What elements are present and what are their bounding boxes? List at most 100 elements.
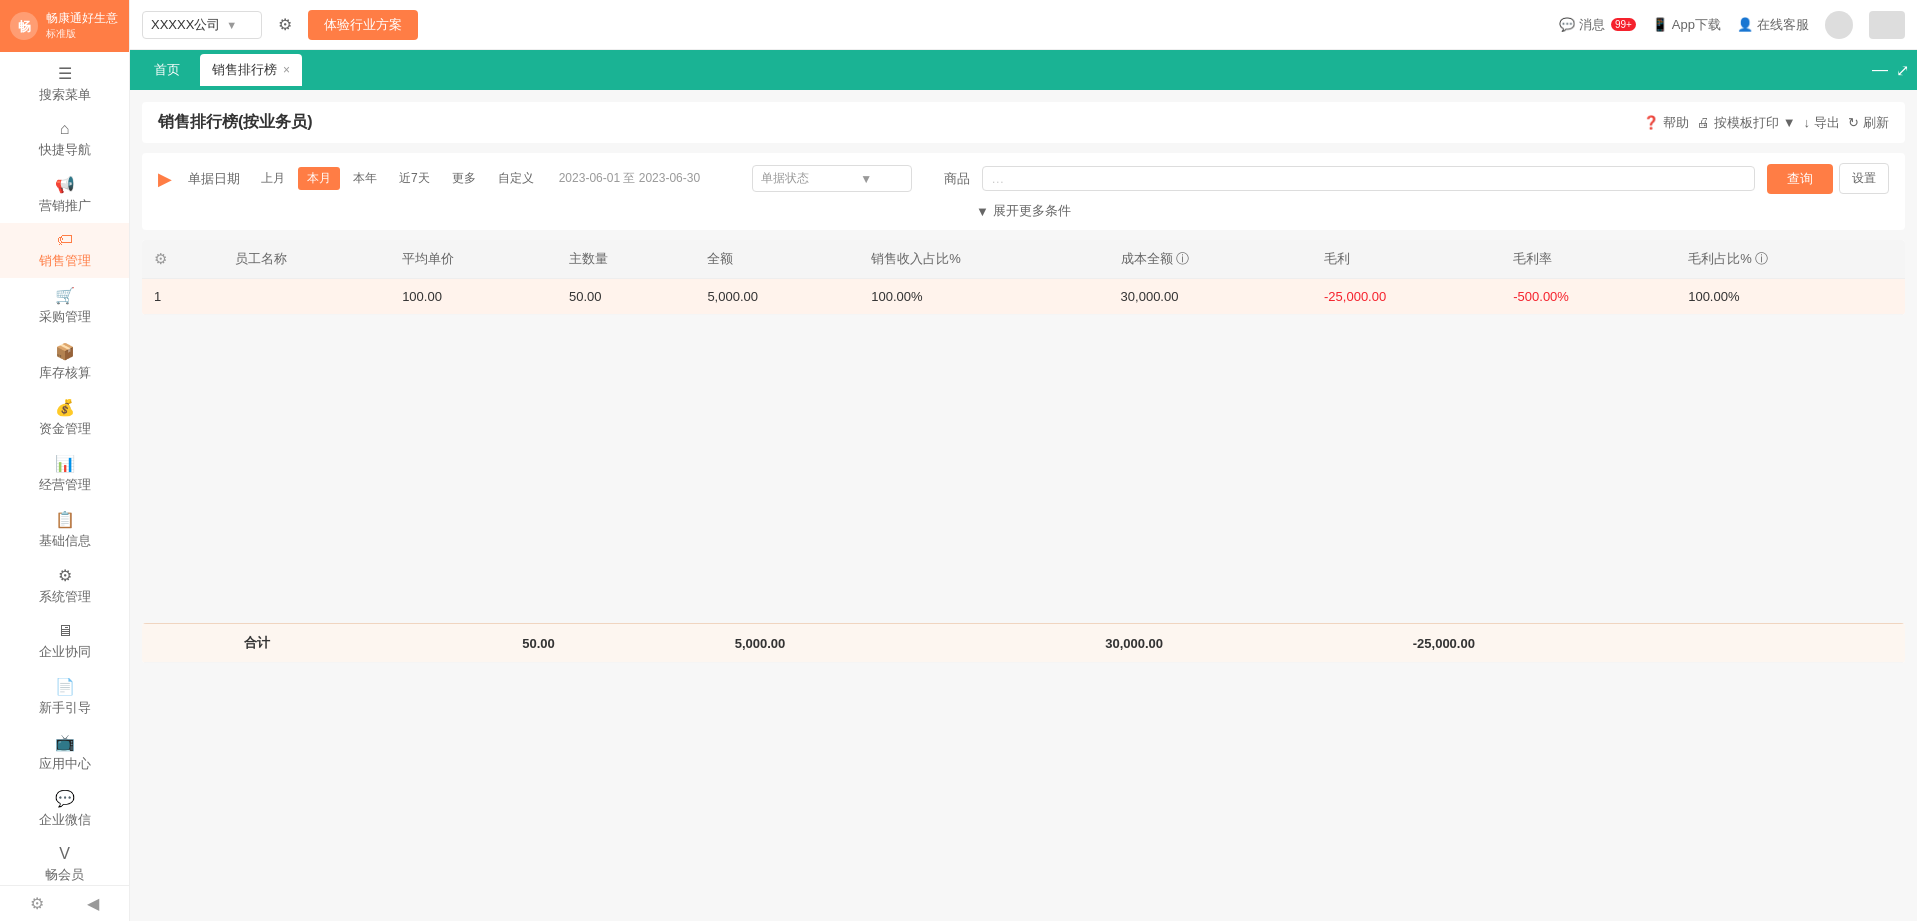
cell-avg-price: 100.00 bbox=[390, 279, 557, 315]
col-name: 员工名称 bbox=[223, 240, 390, 279]
date-filter-label: 单据日期 bbox=[188, 170, 240, 188]
cell-sales-pct: 100.00% bbox=[859, 279, 1108, 315]
sidebar-item-inventory[interactable]: 📦 库存核算 bbox=[0, 334, 129, 390]
date-range-display: 2023-06-01 至 2023-06-30 bbox=[559, 170, 700, 187]
app-download-button[interactable]: 📱 App下载 bbox=[1652, 16, 1721, 34]
tab-close-icon[interactable]: × bbox=[283, 63, 290, 77]
service-icon: 👤 bbox=[1737, 17, 1753, 32]
tab-maximize-icon[interactable]: ⤢ bbox=[1896, 61, 1909, 80]
help-icon: ❓ bbox=[1643, 115, 1659, 130]
print-button[interactable]: 🖨 按模板打印 ▼ bbox=[1697, 114, 1796, 132]
table-row: 1 100.00 50.00 5,000.00 100.00% 30,000.0… bbox=[142, 279, 1905, 315]
cell-rank: 1 bbox=[142, 279, 223, 315]
col-main-qty: 主数量 bbox=[557, 240, 695, 279]
sidebar-item-system[interactable]: ⚙ 系统管理 bbox=[0, 558, 129, 614]
filter-toggle-icon[interactable]: ▶ bbox=[158, 168, 172, 190]
cell-cost: 30,000.00 bbox=[1109, 279, 1312, 315]
search-menu-icon: ☰ bbox=[58, 64, 72, 83]
cell-profit: -25,000.00 bbox=[1312, 279, 1501, 315]
sidebar-item-operations[interactable]: 📊 经营管理 bbox=[0, 446, 129, 502]
inventory-icon: 📦 bbox=[55, 342, 75, 361]
dropdown-arrow-icon: ▼ bbox=[226, 19, 237, 31]
message-button[interactable]: 💬 消息 99+ bbox=[1559, 16, 1636, 34]
date-btn-this-year[interactable]: 本年 bbox=[344, 167, 386, 190]
page-title: 销售排行榜(按业务员) bbox=[158, 112, 313, 133]
date-buttons: 上月 本月 本年 近7天 更多 自定义 bbox=[252, 167, 543, 190]
sidebar-item-guide[interactable]: 📄 新手引导 bbox=[0, 669, 129, 725]
col-profit-pct: 毛利占比% ⓘ bbox=[1676, 240, 1905, 279]
content-area: 销售排行榜(按业务员) ❓ 帮助 🖨 按模板打印 ▼ ↓ 导出 ↻ 刷新 bbox=[130, 90, 1917, 921]
footer-avg-price bbox=[420, 624, 510, 663]
try-industry-button[interactable]: 体验行业方案 bbox=[308, 10, 418, 40]
query-button[interactable]: 查询 bbox=[1767, 164, 1833, 194]
footer-label: 合计 bbox=[232, 624, 420, 663]
footer-profit-rate bbox=[1725, 624, 1815, 663]
avatar[interactable] bbox=[1825, 11, 1853, 39]
member-icon: V bbox=[59, 845, 70, 863]
message-icon: 💬 bbox=[1559, 17, 1575, 32]
sidebar-item-quicknav[interactable]: ⌂ 快捷导航 bbox=[0, 112, 129, 167]
cell-main-qty: 50.00 bbox=[557, 279, 695, 315]
export-button[interactable]: ↓ 导出 bbox=[1804, 114, 1841, 132]
sidebar-item-basic-info[interactable]: 📋 基础信息 bbox=[0, 502, 129, 558]
footer-main-qty: 50.00 bbox=[510, 624, 722, 663]
sidebar-item-member[interactable]: V 畅会员 bbox=[0, 837, 129, 885]
goods-filter-label: 商品 bbox=[944, 170, 970, 188]
footer-table: 合计 50.00 5,000.00 30,000.00 -25,000.00 bbox=[142, 623, 1905, 663]
company-selector[interactable]: XXXXX公司 ▼ bbox=[142, 11, 262, 39]
sidebar-item-enterprise[interactable]: 🖥 企业协同 bbox=[0, 614, 129, 669]
sidebar-item-finance[interactable]: 💰 资金管理 bbox=[0, 390, 129, 446]
sidebar-item-sales[interactable]: 🏷 销售管理 bbox=[0, 223, 129, 278]
date-btn-7days[interactable]: 近7天 bbox=[390, 167, 439, 190]
tab-minimize-icon[interactable]: — bbox=[1872, 61, 1888, 80]
header-actions: ❓ 帮助 🖨 按模板打印 ▼ ↓ 导出 ↻ 刷新 bbox=[1643, 114, 1889, 132]
date-btn-this-month[interactable]: 本月 bbox=[298, 167, 340, 190]
filter-settings-button[interactable]: 设置 bbox=[1839, 163, 1889, 194]
sidebar-item-app-center[interactable]: 📺 应用中心 bbox=[0, 725, 129, 781]
topbar-gear-button[interactable]: ⚙ bbox=[270, 10, 300, 40]
user-menu[interactable] bbox=[1869, 11, 1905, 39]
refresh-button[interactable]: ↻ 刷新 bbox=[1848, 114, 1889, 132]
col-amount: 全额 bbox=[695, 240, 859, 279]
system-icon: ⚙ bbox=[58, 566, 72, 585]
filter-actions: 查询 设置 bbox=[1767, 163, 1889, 194]
sidebar-item-search[interactable]: ☰ 搜索菜单 bbox=[0, 56, 129, 112]
sidebar-item-marketing[interactable]: 📢 营销推广 bbox=[0, 167, 129, 223]
cell-profit-rate: -500.00% bbox=[1501, 279, 1676, 315]
topbar: XXXXX公司 ▼ ⚙ 体验行业方案 💬 消息 99+ 📱 App下载 👤 在线… bbox=[130, 0, 1917, 50]
col-sales-pct: 销售收入占比% bbox=[859, 240, 1108, 279]
date-btn-more[interactable]: 更多 bbox=[443, 167, 485, 190]
date-btn-last-month[interactable]: 上月 bbox=[252, 167, 294, 190]
col-settings[interactable]: ⚙ bbox=[142, 240, 223, 279]
expand-more-button[interactable]: ▼ 展开更多条件 bbox=[158, 202, 1889, 220]
message-badge: 99+ bbox=[1611, 18, 1636, 31]
tab-bar-right: — ⤢ bbox=[1872, 61, 1909, 80]
status-filter[interactable]: 单据状态 ▼ bbox=[752, 165, 912, 192]
footer-settings-cell bbox=[142, 624, 232, 663]
home-icon: ⌂ bbox=[60, 120, 70, 138]
sales-icon: 🏷 bbox=[57, 231, 73, 249]
tab-sales-ranking[interactable]: 销售排行榜 × bbox=[200, 54, 302, 86]
sidebar-item-wechat[interactable]: 💬 企业微信 bbox=[0, 781, 129, 837]
operations-icon: 📊 bbox=[55, 454, 75, 473]
online-service-button[interactable]: 👤 在线客服 bbox=[1737, 16, 1809, 34]
settings-button[interactable]: ⚙ bbox=[30, 894, 44, 913]
footer-profit: -25,000.00 bbox=[1401, 624, 1725, 663]
basic-info-icon: 📋 bbox=[55, 510, 75, 529]
expand-icon: ▼ bbox=[976, 204, 989, 219]
main-area: XXXXX公司 ▼ ⚙ 体验行业方案 💬 消息 99+ 📱 App下载 👤 在线… bbox=[130, 0, 1917, 921]
tab-home[interactable]: 首页 bbox=[138, 50, 196, 90]
app-center-icon: 📺 bbox=[55, 733, 75, 752]
date-btn-custom[interactable]: 自定义 bbox=[489, 167, 543, 190]
refresh-icon: ↻ bbox=[1848, 115, 1859, 130]
col-cost: 成本全额 ⓘ bbox=[1109, 240, 1312, 279]
goods-input[interactable]: … bbox=[982, 166, 1755, 191]
help-button[interactable]: ❓ 帮助 bbox=[1643, 114, 1689, 132]
sidebar-item-purchase[interactable]: 🛒 采购管理 bbox=[0, 278, 129, 334]
status-dropdown-icon: ▼ bbox=[860, 172, 903, 186]
table-footer-container: 合计 50.00 5,000.00 30,000.00 -25,000.00 bbox=[142, 623, 1905, 663]
cell-amount: 5,000.00 bbox=[695, 279, 859, 315]
footer-row: 合计 50.00 5,000.00 30,000.00 -25,000.00 bbox=[142, 624, 1905, 663]
collapse-button[interactable]: ◀ bbox=[87, 894, 99, 913]
footer-cost: 30,000.00 bbox=[1093, 624, 1401, 663]
